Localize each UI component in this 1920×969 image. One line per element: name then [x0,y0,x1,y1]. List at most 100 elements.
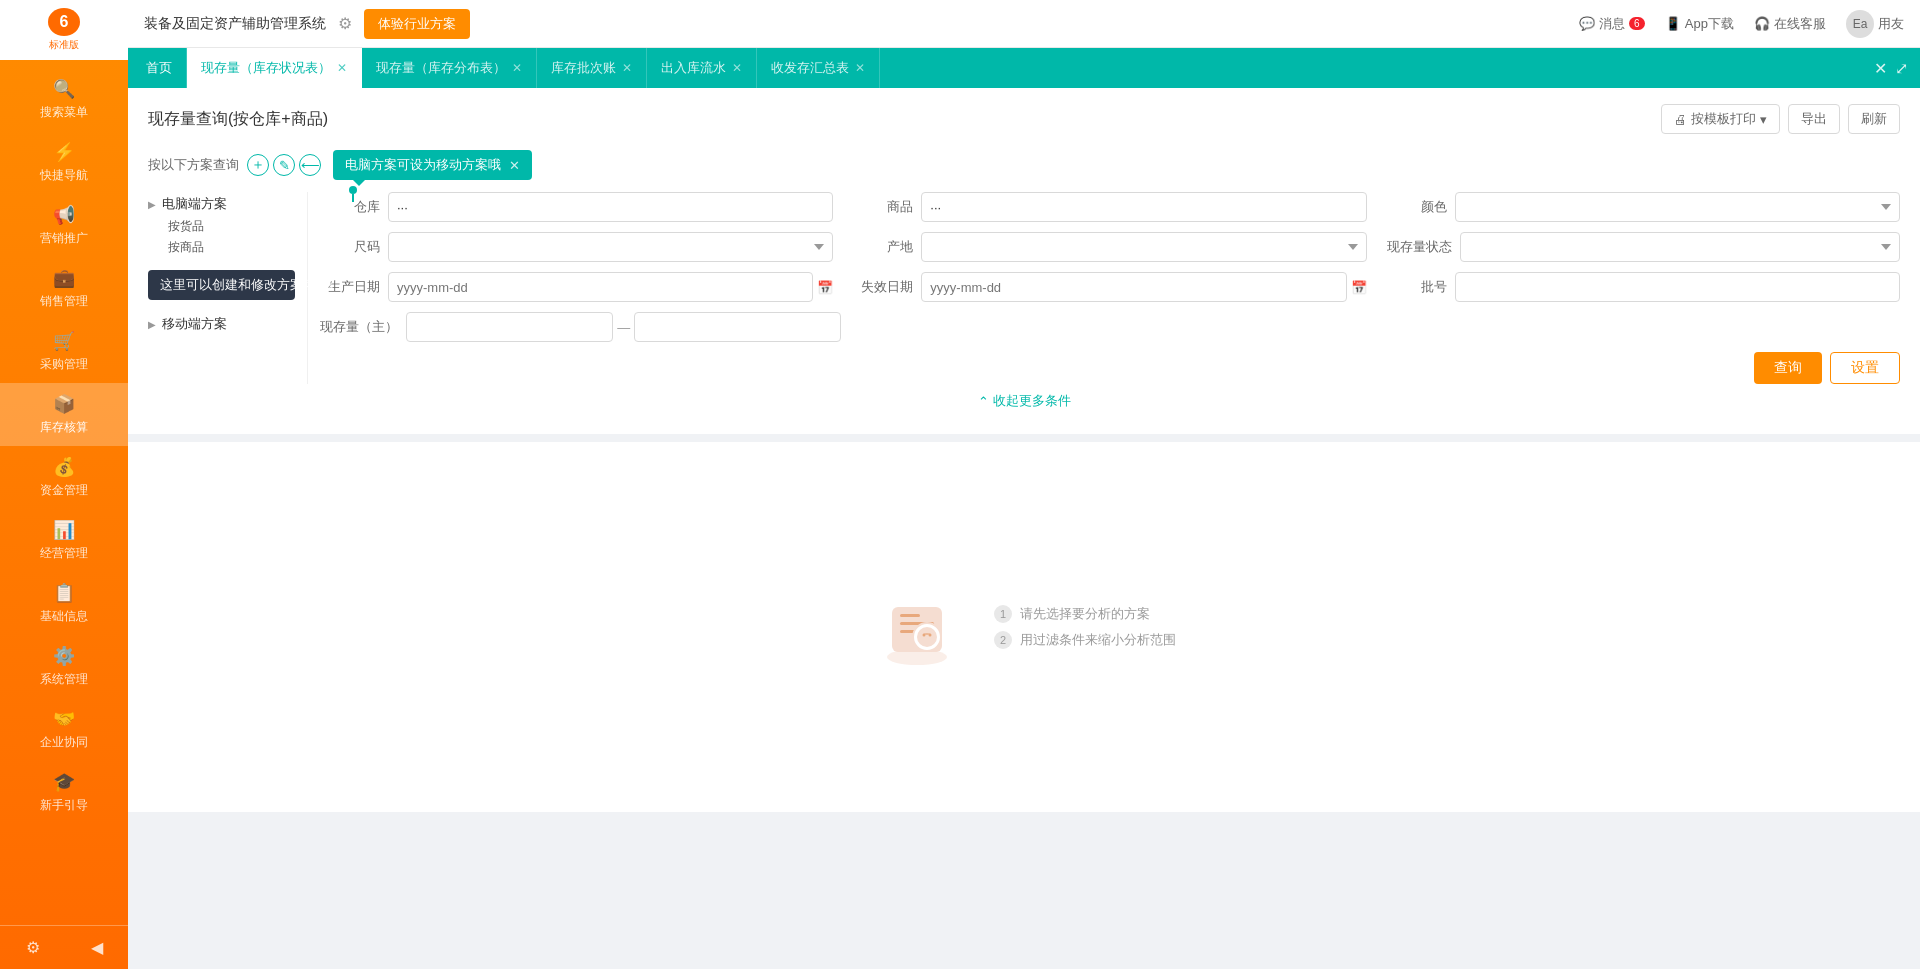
desktop-scheme-item[interactable]: ▶ 电脑端方案 [148,192,295,216]
produce-date-input[interactable] [388,272,813,302]
edit-scheme-button[interactable]: ✎ [273,154,295,176]
collapse-bar[interactable]: ⌃ 收起更多条件 [148,384,1900,418]
search-button[interactable]: 查询 [1754,352,1822,384]
scheme-tree-mobile: ▶ 移动端方案 [148,312,295,336]
header-right: 💬 消息 6 📱 App下载 🎧 在线客服 Ea 用友 [1579,10,1904,38]
print-button[interactable]: 🖨 按模板打印 ▾ [1661,104,1780,134]
sidebar-item-label: 搜索菜单 [40,104,88,121]
sidebar-item-operation[interactable]: 📊 经营管理 [0,509,128,572]
export-button[interactable]: 导出 [1788,104,1840,134]
size-field: 尺码 [320,232,833,262]
scheme-by-goods[interactable]: 按货品 [168,216,295,237]
sidebar: 6 标准版 🔍 搜索菜单 ⚡ 快捷导航 📢 营销推广 💼 销售管理 🛒 采购管理… [0,0,128,969]
stock-status-label: 现存量状态 [1387,238,1452,256]
expire-date-calendar-icon[interactable]: 📅 [1351,280,1367,295]
logo-text: 标准版 [49,38,79,52]
scheme-panel: ▶ 电脑端方案 按货品 按商品 [148,192,308,384]
tab-home[interactable]: 首页 [132,48,187,88]
scheme-commodity-label: 按商品 [168,239,204,256]
sidebar-item-system[interactable]: ⚙️ 系统管理 [0,635,128,698]
tooltip-create-scheme: 这里可以创建和修改方案哦 ✕ [148,270,295,300]
tab-receive-summary[interactable]: 收发存汇总表 ✕ [757,48,880,88]
user-action[interactable]: Ea 用友 [1846,10,1904,38]
tab-inventory-dist[interactable]: 现存量（库存分布表） ✕ [362,48,537,88]
add-scheme-button[interactable]: ＋ [247,154,269,176]
tooltip2-container: 这里可以创建和修改方案哦 ✕ [148,270,295,300]
tab-bar-actions: ✕ ⤢ [1874,59,1916,78]
refresh-button[interactable]: 刷新 [1848,104,1900,134]
sidebar-item-label: 库存核算 [40,419,88,436]
page-content: 现存量查询(按仓库+商品) 🖨 按模板打印 ▾ 导出 刷新 按以下方案查询 [128,88,1920,969]
goods-input[interactable]: ··· [921,192,1366,222]
sidebar-item-enterprise[interactable]: 🤝 企业协同 [0,698,128,761]
tab-close-all-icon[interactable]: ✕ [1874,59,1887,78]
svg-point-6 [917,627,937,647]
marketing-icon: 📢 [53,204,75,226]
message-action[interactable]: 💬 消息 6 [1579,15,1645,33]
tooltip1-container: 电脑方案可设为移动方案哦 ✕ [333,150,532,180]
sidebar-item-guide[interactable]: 🎓 新手引导 [0,761,128,824]
mobile-scheme-arrow: ▶ [148,319,156,330]
sidebar-item-sales[interactable]: 💼 销售管理 [0,257,128,320]
tab-batch-account-label: 库存批次账 [551,59,616,77]
tab-close-batch-account[interactable]: ✕ [622,61,632,75]
tab-inout-flow[interactable]: 出入库流水 ✕ [647,48,757,88]
reset-button[interactable]: 设置 [1830,352,1900,384]
warehouse-input[interactable]: ··· [388,192,833,222]
tooltip1-close[interactable]: ✕ [509,158,520,173]
user-label: 用友 [1878,15,1904,33]
industry-button[interactable]: 体验行业方案 [364,9,470,39]
app-download-action[interactable]: 📱 App下载 [1665,15,1734,33]
tab-inventory-status[interactable]: 现存量（库存状况表） ✕ [187,48,362,88]
origin-select[interactable] [921,232,1366,262]
sidebar-footer: ⚙ ◀ [0,925,128,969]
goods-label: 商品 [853,198,913,216]
back-scheme-button[interactable]: ⟵ [299,154,321,176]
origin-field: 产地 [853,232,1366,262]
mobile-scheme-item[interactable]: ▶ 移动端方案 [148,312,295,336]
header-settings-icon[interactable]: ⚙ [338,14,352,33]
empty-illustration [872,582,962,672]
support-action[interactable]: 🎧 在线客服 [1754,15,1826,33]
sidebar-item-inventory[interactable]: 📦 库存核算 [0,383,128,446]
tab-close-inventory-dist[interactable]: ✕ [512,61,522,75]
tab-receive-summary-label: 收发存汇总表 [771,59,849,77]
color-select[interactable] [1455,192,1900,222]
tab-close-inout-flow[interactable]: ✕ [732,61,742,75]
batch-input[interactable] [1455,272,1900,302]
sidebar-item-marketing[interactable]: 📢 营销推广 [0,194,128,257]
tab-close-receive-summary[interactable]: ✕ [855,61,865,75]
tab-batch-account[interactable]: 库存批次账 ✕ [537,48,647,88]
size-select[interactable] [388,232,833,262]
stock-main-max[interactable] [634,312,841,342]
warehouse-field: 仓库 ··· [320,192,833,222]
filter-panel: 仓库 ··· 商品 ··· [320,192,1900,384]
sidebar-item-search[interactable]: 🔍 搜索菜单 [0,68,128,131]
collapse-sidebar-icon[interactable]: ◀ [91,938,103,957]
tab-bar: 首页 现存量（库存状况表） ✕ 现存量（库存分布表） ✕ 库存批次账 ✕ 出入库… [128,48,1920,88]
sidebar-item-label: 新手引导 [40,797,88,814]
stock-status-select[interactable] [1460,232,1900,262]
tooltip2-close[interactable]: ✕ [324,278,335,293]
stock-main-min[interactable] [406,312,613,342]
main-area: 装备及固定资产辅助管理系统 ⚙ 体验行业方案 💬 消息 6 📱 App下载 🎧 … [128,0,1920,969]
produce-date-calendar-icon[interactable]: 📅 [817,280,833,295]
empty-state: 1 请先选择要分析的方案 2 用过滤条件来缩小分析范围 [128,502,1920,752]
tab-close-inventory-status[interactable]: ✕ [337,61,347,75]
sidebar-nav: 🔍 搜索菜单 ⚡ 快捷导航 📢 营销推广 💼 销售管理 🛒 采购管理 📦 库存核… [0,60,128,925]
sidebar-item-basic[interactable]: 📋 基础信息 [0,572,128,635]
sidebar-item-label: 资金管理 [40,482,88,499]
scheme-by-commodity[interactable]: 按商品 [168,237,295,258]
stock-main-dash: — [617,320,630,335]
sidebar-item-purchase[interactable]: 🛒 采购管理 [0,320,128,383]
sidebar-item-label: 企业协同 [40,734,88,751]
batch-field: 批号 [1387,272,1900,302]
expire-date-input[interactable] [921,272,1346,302]
empty-state-area: 1 请先选择要分析的方案 2 用过滤条件来缩小分析范围 [128,442,1920,812]
empty-tip1: 1 请先选择要分析的方案 [994,605,1176,623]
message-badge: 6 [1629,17,1645,30]
tab-maximize-icon[interactable]: ⤢ [1895,59,1908,78]
sidebar-item-quick[interactable]: ⚡ 快捷导航 [0,131,128,194]
sidebar-item-finance[interactable]: 💰 资金管理 [0,446,128,509]
settings-icon[interactable]: ⚙ [26,938,40,957]
